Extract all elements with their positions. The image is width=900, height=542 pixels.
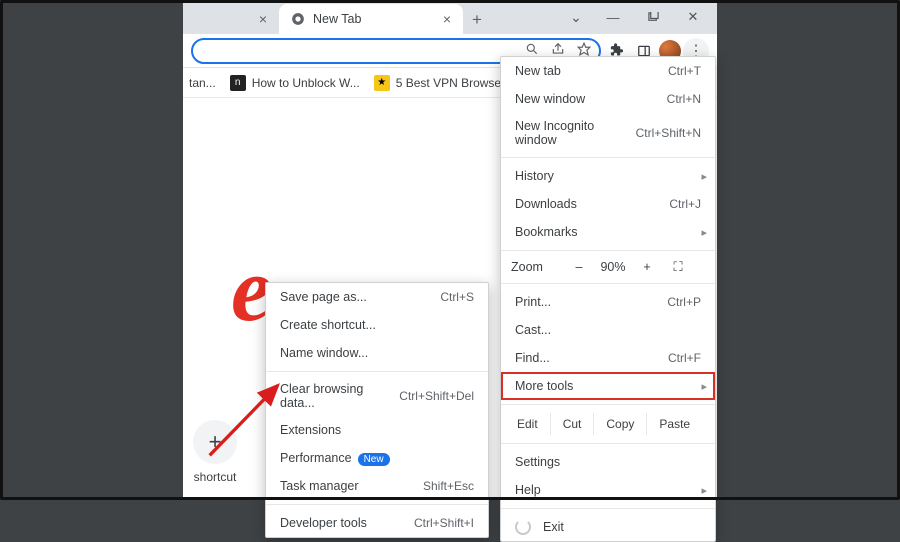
edit-label: Edit [505, 417, 550, 431]
submenu-performance[interactable]: PerformanceNew [266, 444, 488, 472]
tabs-dropdown-icon[interactable]: ⌄ [559, 9, 593, 26]
new-badge: New [358, 453, 390, 466]
shortcut-label: shortcut [194, 470, 237, 484]
close-icon[interactable]: × [443, 11, 451, 27]
menu-new-tab[interactable]: New tabCtrl+T [501, 57, 715, 85]
bookmark-label: tan... [189, 76, 216, 90]
menu-separator [501, 250, 715, 251]
tab-title: New Tab [313, 12, 361, 26]
window-controls: ⌄ — ✕ [559, 0, 713, 34]
zoom-out-button[interactable]: – [565, 260, 593, 274]
menu-new-window[interactable]: New windowCtrl+N [501, 85, 715, 113]
menu-cast[interactable]: Cast... [501, 316, 715, 344]
menu-downloads[interactable]: DownloadsCtrl+J [501, 190, 715, 218]
add-shortcut[interactable]: + shortcut [193, 420, 237, 484]
menu-exit[interactable]: Exit [501, 513, 715, 541]
bookmark-item[interactable]: n How to Unblock W... [230, 75, 360, 91]
menu-more-tools[interactable]: More tools▸ [501, 372, 715, 400]
bookmark-label: How to Unblock W... [252, 76, 360, 90]
edit-copy[interactable]: Copy [593, 413, 646, 435]
menu-separator [266, 504, 488, 505]
bookmark-item[interactable]: ★ 5 Best VPN Browser. [374, 75, 508, 91]
plus-icon: + [193, 420, 237, 464]
chevron-right-icon: ▸ [701, 380, 707, 393]
menu-history[interactable]: History▸ [501, 162, 715, 190]
menu-separator [266, 371, 488, 372]
chrome-favicon-icon [291, 12, 305, 26]
tab-inactive[interactable]: × [183, 4, 279, 34]
maximize-button[interactable] [633, 2, 673, 32]
menu-edit-row: Edit Cut Copy Paste [501, 409, 715, 439]
main-menu: New tabCtrl+T New windowCtrl+N New Incog… [500, 56, 716, 542]
bookmark-item[interactable]: tan... [189, 76, 216, 90]
bookmark-favicon-icon: n [230, 75, 246, 91]
new-tab-button[interactable]: + [463, 6, 491, 34]
submenu-name-window[interactable]: Name window... [266, 339, 488, 367]
tab-strip: × New Tab × + ⌄ — ✕ [183, 0, 717, 34]
submenu-clear-browsing-data[interactable]: Clear browsing data...Ctrl+Shift+Del [266, 376, 488, 416]
menu-incognito[interactable]: New Incognito windowCtrl+Shift+N [501, 113, 715, 153]
menu-separator [501, 157, 715, 158]
tab-active[interactable]: New Tab × [279, 4, 463, 34]
menu-zoom: Zoom – 90% + ⛶ [501, 255, 715, 279]
submenu-create-shortcut[interactable]: Create shortcut... [266, 311, 488, 339]
chevron-right-icon: ▸ [701, 484, 707, 497]
menu-separator [501, 404, 715, 405]
menu-bookmarks[interactable]: Bookmarks▸ [501, 218, 715, 246]
menu-separator [501, 508, 715, 509]
zoom-value: 90% [599, 260, 627, 274]
close-icon[interactable]: × [259, 11, 267, 27]
fullscreen-icon[interactable]: ⛶ [667, 259, 689, 275]
edit-cut[interactable]: Cut [550, 413, 594, 435]
submenu-developer-tools[interactable]: Developer toolsCtrl+Shift+I [266, 509, 488, 537]
spinner-icon [515, 519, 531, 535]
submenu-extensions[interactable]: Extensions [266, 416, 488, 444]
menu-separator [501, 443, 715, 444]
menu-settings[interactable]: Settings [501, 448, 715, 476]
edit-paste[interactable]: Paste [646, 413, 702, 435]
close-window-button[interactable]: ✕ [673, 2, 713, 32]
menu-find[interactable]: Find...Ctrl+F [501, 344, 715, 372]
bookmark-label: 5 Best VPN Browser. [396, 76, 508, 90]
zoom-label: Zoom [511, 260, 559, 274]
minimize-button[interactable]: — [593, 2, 633, 32]
chevron-right-icon: ▸ [701, 170, 707, 183]
chevron-right-icon: ▸ [701, 226, 707, 239]
menu-print[interactable]: Print...Ctrl+P [501, 288, 715, 316]
bookmark-favicon-icon: ★ [374, 75, 390, 91]
menu-separator [501, 283, 715, 284]
submenu-save-page[interactable]: Save page as...Ctrl+S [266, 283, 488, 311]
submenu-task-manager[interactable]: Task managerShift+Esc [266, 472, 488, 500]
zoom-in-button[interactable]: + [633, 260, 661, 274]
